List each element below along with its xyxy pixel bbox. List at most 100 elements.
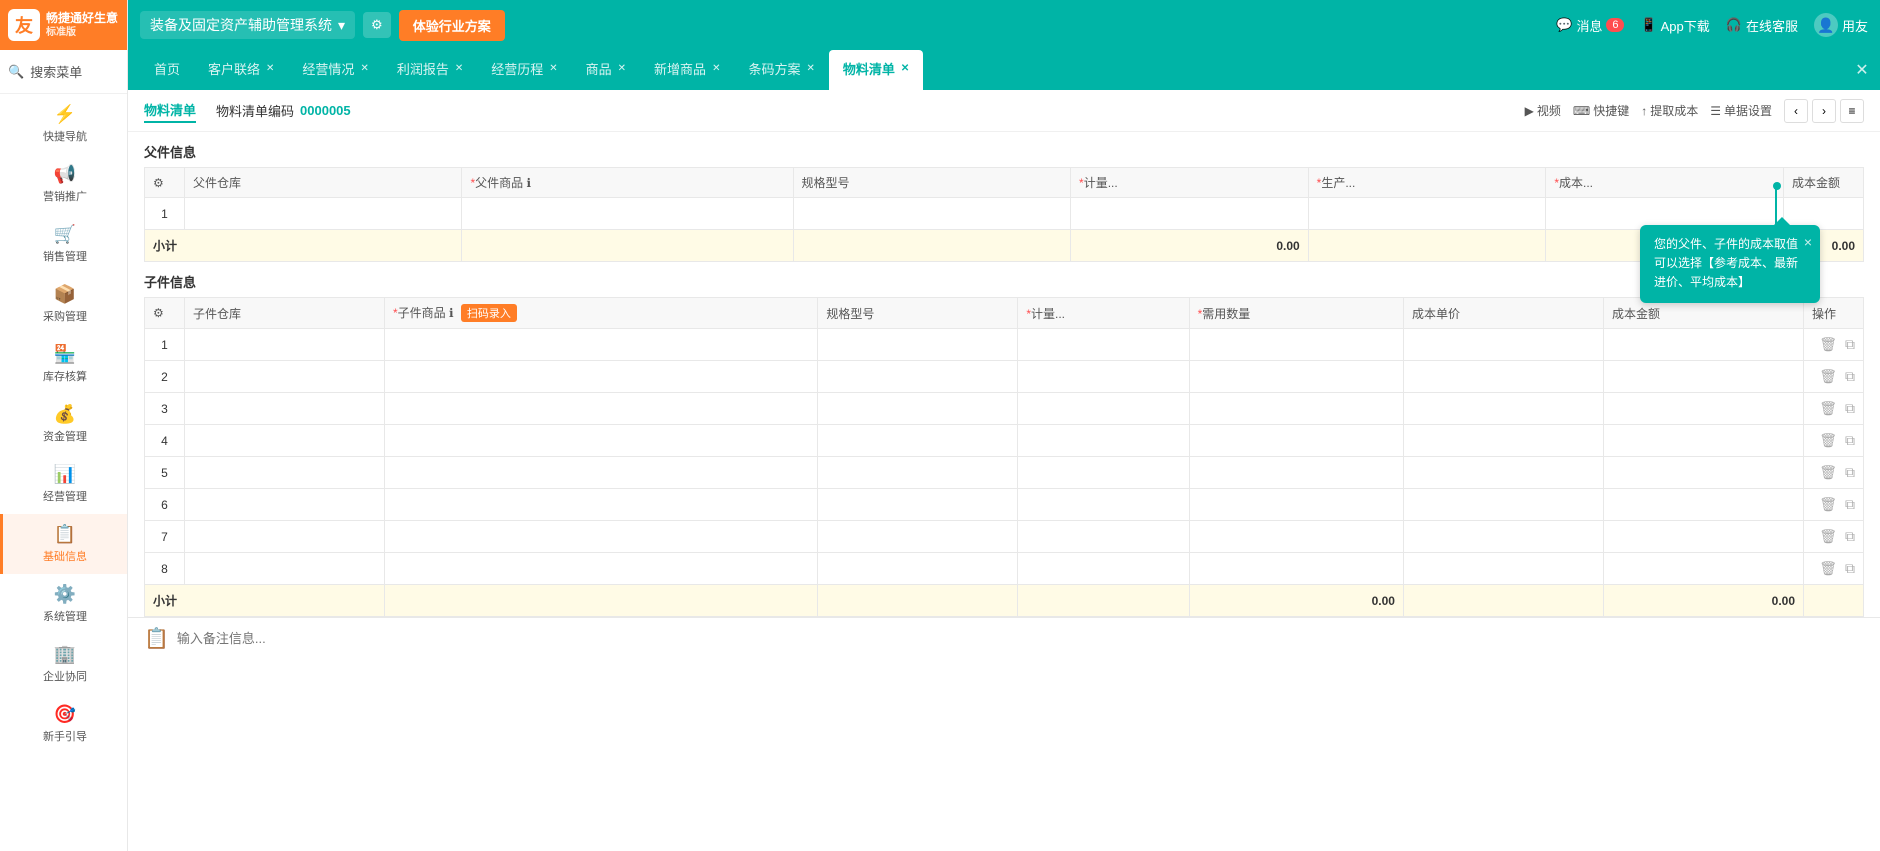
child-qty-cell[interactable]: [1189, 393, 1403, 425]
copy-icon[interactable]: ⧉: [1845, 560, 1855, 577]
child-spec-cell[interactable]: [818, 425, 1018, 457]
dropdown-arrow-icon[interactable]: ▾: [338, 17, 345, 34]
child-spec-cell[interactable]: [818, 457, 1018, 489]
tab-new-goods[interactable]: 新增商品 ✕: [640, 50, 734, 90]
next-page-button[interactable]: ›: [1812, 99, 1836, 123]
delete-icon[interactable]: 🗑: [1819, 432, 1837, 449]
child-unit-cost-cell[interactable]: [1403, 361, 1603, 393]
child-unit-cell[interactable]: [1018, 489, 1189, 521]
copy-icon[interactable]: ⧉: [1845, 528, 1855, 545]
sidebar-item-sales[interactable]: 🛒销售管理: [0, 214, 127, 274]
child-spec-cell[interactable]: [818, 553, 1018, 585]
tab-bom[interactable]: 物料清单 ✕: [829, 50, 923, 90]
child-goods-cell[interactable]: [384, 457, 817, 489]
search-menu-button[interactable]: 🔍 搜索菜单: [8, 58, 119, 85]
child-qty-cell[interactable]: [1189, 489, 1403, 521]
child-warehouse-cell[interactable]: [185, 393, 385, 425]
child-spec-cell[interactable]: [818, 521, 1018, 553]
child-unit-cell[interactable]: [1018, 457, 1189, 489]
child-unit-cell[interactable]: [1018, 329, 1189, 361]
child-qty-cell[interactable]: [1189, 457, 1403, 489]
tab-barcode[interactable]: 条码方案 ✕: [734, 50, 828, 90]
delete-icon[interactable]: 🗑: [1819, 464, 1837, 481]
copy-icon[interactable]: ⧉: [1845, 464, 1855, 481]
child-unit-cost-cell[interactable]: [1403, 393, 1603, 425]
sidebar-item-marketing[interactable]: 📢营销推广: [0, 154, 127, 214]
tab-goods[interactable]: 商品 ✕: [572, 50, 640, 90]
child-qty-cell[interactable]: [1189, 361, 1403, 393]
delete-icon[interactable]: 🗑: [1819, 336, 1837, 353]
child-unit-cost-cell[interactable]: [1403, 457, 1603, 489]
child-warehouse-cell[interactable]: [185, 361, 385, 393]
parent-spec-cell[interactable]: [793, 198, 1070, 230]
delete-icon[interactable]: 🗑: [1819, 368, 1837, 385]
settings-button[interactable]: ⚙: [363, 12, 391, 38]
delete-icon[interactable]: 🗑: [1819, 528, 1837, 545]
note-input[interactable]: [177, 631, 1864, 646]
child-goods-cell[interactable]: [384, 521, 817, 553]
child-goods-cell[interactable]: [384, 553, 817, 585]
child-unit-cost-cell[interactable]: [1403, 489, 1603, 521]
child-unit-cost-cell[interactable]: [1403, 329, 1603, 361]
sub-tab-bom[interactable]: 物料清单: [144, 98, 196, 123]
single-setting-button[interactable]: ☰ 单据设置: [1710, 102, 1772, 119]
list-view-button[interactable]: ≡: [1840, 99, 1864, 123]
child-unit-cell[interactable]: [1018, 361, 1189, 393]
parent-warehouse-cell[interactable]: [185, 198, 462, 230]
delete-icon[interactable]: 🗑: [1819, 560, 1837, 577]
tab-operations[interactable]: 经营情况 ✕: [288, 50, 382, 90]
child-goods-cell[interactable]: [384, 489, 817, 521]
tooltip-close-button[interactable]: ×: [1804, 231, 1812, 253]
experience-button[interactable]: 体验行业方案: [399, 10, 505, 41]
child-warehouse-cell[interactable]: [185, 521, 385, 553]
app-download-button[interactable]: 📱 App下载: [1640, 16, 1709, 35]
copy-icon[interactable]: ⧉: [1845, 336, 1855, 353]
child-goods-cell[interactable]: [384, 329, 817, 361]
delete-icon[interactable]: 🗑: [1819, 400, 1837, 417]
child-qty-cell[interactable]: [1189, 329, 1403, 361]
child-unit-cell[interactable]: [1018, 425, 1189, 457]
child-warehouse-cell[interactable]: [185, 553, 385, 585]
tab-customer[interactable]: 客户联络 ✕: [194, 50, 288, 90]
child-warehouse-cell[interactable]: [185, 425, 385, 457]
parent-produce-cell[interactable]: [1308, 198, 1546, 230]
child-spec-cell[interactable]: [818, 489, 1018, 521]
child-unit-cost-cell[interactable]: [1403, 425, 1603, 457]
th-child-settings[interactable]: ⚙: [145, 298, 185, 329]
child-qty-cell[interactable]: [1189, 521, 1403, 553]
child-warehouse-cell[interactable]: [185, 329, 385, 361]
close-all-tabs-button[interactable]: ✕: [1844, 50, 1880, 90]
user-menu-button[interactable]: 👤 用友: [1814, 13, 1868, 37]
copy-icon[interactable]: ⧉: [1845, 368, 1855, 385]
message-button[interactable]: 💬 消息 6: [1556, 16, 1624, 35]
child-warehouse-cell[interactable]: [185, 489, 385, 521]
extract-cost-button[interactable]: ↑ 提取成本: [1641, 102, 1698, 119]
copy-icon[interactable]: ⧉: [1845, 496, 1855, 513]
sidebar-item-finance[interactable]: 💰资金管理: [0, 394, 127, 454]
online-service-button[interactable]: 🎧 在线客服: [1726, 16, 1798, 35]
child-unit-cell[interactable]: [1018, 521, 1189, 553]
tab-history[interactable]: 经营历程 ✕: [477, 50, 571, 90]
copy-icon[interactable]: ⧉: [1845, 432, 1855, 449]
child-unit-cell[interactable]: [1018, 393, 1189, 425]
child-spec-cell[interactable]: [818, 329, 1018, 361]
child-spec-cell[interactable]: [818, 361, 1018, 393]
sidebar-item-quicknav[interactable]: ⚡快捷导航: [0, 94, 127, 154]
video-button[interactable]: ▶ 视频: [1525, 102, 1561, 119]
parent-unit-cell[interactable]: [1071, 198, 1309, 230]
sidebar-item-operations[interactable]: 📊经营管理: [0, 454, 127, 514]
prev-page-button[interactable]: ‹: [1784, 99, 1808, 123]
sidebar-item-inventory[interactable]: 🏪库存核算: [0, 334, 127, 394]
sidebar-item-enterprise[interactable]: 🏢企业协同: [0, 634, 127, 694]
child-qty-cell[interactable]: [1189, 553, 1403, 585]
sidebar-item-purchase[interactable]: 📦采购管理: [0, 274, 127, 334]
tab-profit[interactable]: 利润报告 ✕: [383, 50, 477, 90]
scan-badge[interactable]: 扫码录入: [461, 304, 517, 322]
th-settings[interactable]: ⚙: [145, 168, 185, 198]
tab-home[interactable]: 首页: [140, 50, 194, 90]
child-goods-cell[interactable]: [384, 361, 817, 393]
child-spec-cell[interactable]: [818, 393, 1018, 425]
child-qty-cell[interactable]: [1189, 425, 1403, 457]
child-unit-cell[interactable]: [1018, 553, 1189, 585]
sidebar-item-basicinfo[interactable]: 📋基础信息: [0, 514, 127, 574]
